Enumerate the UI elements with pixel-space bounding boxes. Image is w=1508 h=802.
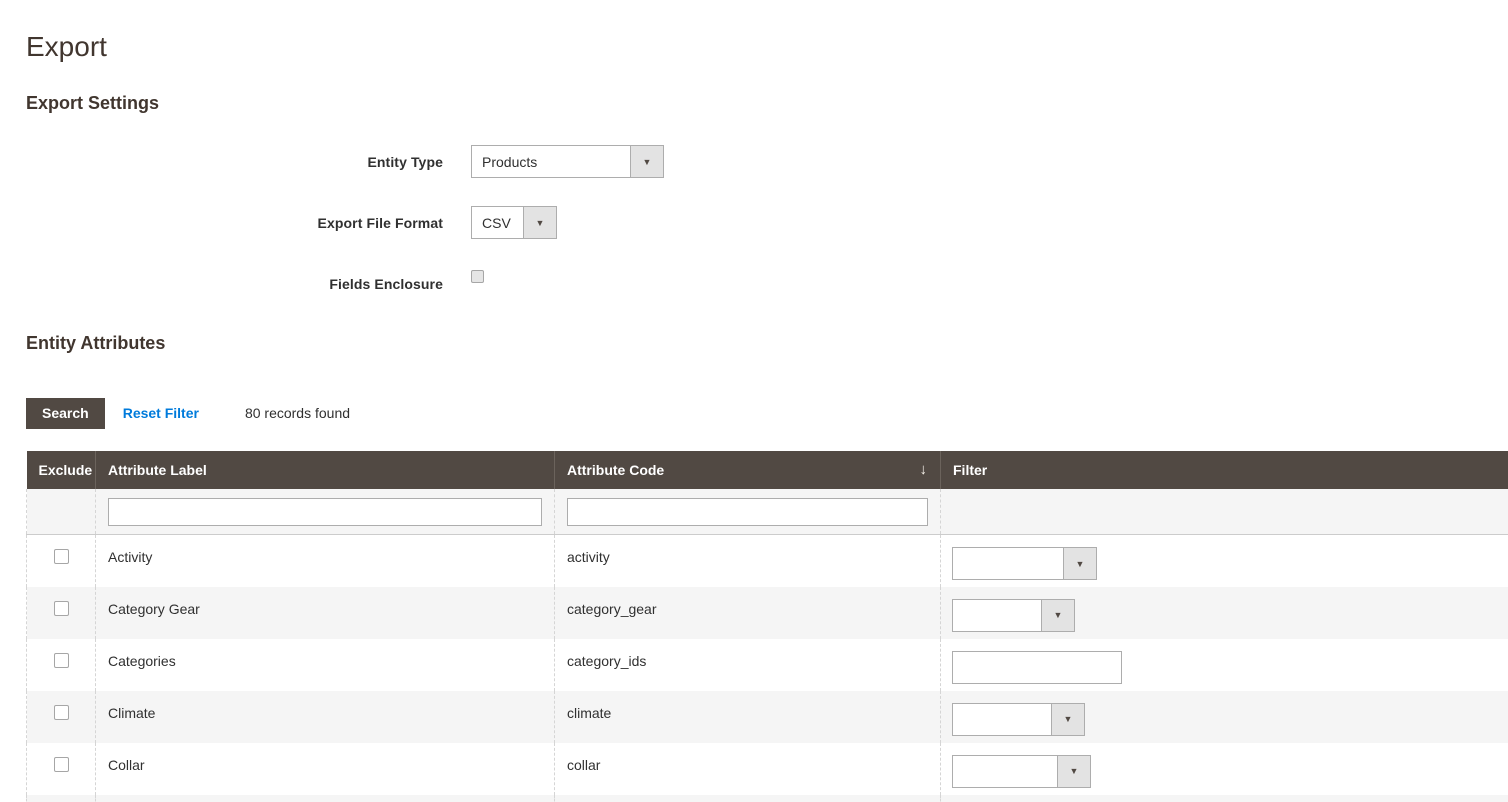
exclude-checkbox[interactable] [53,600,69,616]
attribute-code-cell: activity [554,534,941,587]
chevron-down-icon[interactable]: ▼ [1051,703,1084,735]
row-filter-select-value [953,548,1063,579]
row-filter-select[interactable]: ▼ [952,598,1075,632]
table-row: Category Gear category_gear ▼ [26,586,1508,639]
chevron-down-icon[interactable]: ▼ [1063,548,1096,580]
attribute-code-cell: category_gear [554,586,941,639]
export-page: Export Export Settings Entity Type Produ… [0,30,1508,802]
attributes-table-header: Exclude Attribute Label Attribute Code ↓… [26,450,1508,489]
exclude-checkbox[interactable] [53,549,69,565]
column-header-exclude[interactable]: Exclude [26,450,96,489]
reset-filter-link[interactable]: Reset Filter [123,405,199,421]
grid-filter-row [26,488,1508,536]
exclude-cell [26,534,96,587]
table-row: Climate climate ▼ [26,690,1508,743]
page-title: Export [26,31,107,62]
attribute-label-cell: Collar [95,742,555,795]
column-header-attribute-code-label: Attribute Code [567,461,665,478]
attribute-label-filter-input[interactable] [108,497,542,526]
row-filter-cell: ▼ [940,586,1508,639]
partial-cell [554,794,941,802]
file-format-select[interactable]: CSV ▼ [471,206,557,240]
export-settings-section: Export Settings Entity Type Products ▼ E… [26,93,1508,301]
attribute-label-cell: Categories [95,638,555,691]
filter-cell-filter [940,488,1508,536]
attributes-table-body: Activity activity ▼ Category Gear category_g… [26,488,1508,802]
sort-desc-icon[interactable]: ↓ [920,461,928,478]
table-row: Collar collar ▼ [26,742,1508,795]
entity-type-row: Entity Type Products ▼ [26,145,1508,179]
exclude-checkbox[interactable] [53,652,69,668]
exclude-checkbox[interactable] [53,756,69,772]
attributes-table: Exclude Attribute Label Attribute Code ↓… [26,450,1508,802]
row-filter-select[interactable]: ▼ [952,702,1085,736]
chevron-down-icon[interactable]: ▼ [1041,599,1074,631]
attribute-label-cell: Category Gear [95,586,555,639]
attribute-code-cell: collar [554,742,941,795]
chevron-down-icon[interactable]: ▼ [523,207,556,239]
exclude-cell [26,690,96,743]
row-filter-select-value [953,756,1057,787]
row-filter-select-value [953,704,1051,735]
entity-type-value: Products [482,153,538,170]
row-filter-input[interactable] [952,650,1122,684]
exclude-cell [26,742,96,795]
export-settings-heading: Export Settings [26,92,160,113]
row-filter-cell: ▼ [940,534,1508,587]
records-count: 80 records found [244,405,351,422]
attribute-code-cell: category_ids [554,638,941,691]
filter-cell-attribute-code [554,488,941,536]
file-format-row: Export File Format CSV ▼ [26,206,1508,240]
row-filter-select[interactable]: ▼ [952,754,1091,788]
exclude-checkbox[interactable] [53,704,69,720]
column-header-attribute-code[interactable]: Attribute Code ↓ [554,450,941,489]
table-row: Categories category_ids [26,638,1508,691]
chevron-down-icon[interactable]: ▼ [1057,755,1090,787]
entity-attributes-section: Entity Attributes Search Reset Filter 80… [26,333,1508,802]
file-format-value: CSV [482,214,511,231]
partial-cell [940,794,1508,802]
entity-attributes-heading: Entity Attributes [26,333,166,354]
table-row: Activity activity ▼ [26,534,1508,587]
attribute-code-filter-input[interactable] [567,497,928,526]
exclude-cell [26,638,96,691]
fields-enclosure-row: Fields Enclosure [26,267,1508,300]
row-filter-select[interactable]: ▼ [952,547,1097,581]
attribute-label-cell: Activity [95,534,555,587]
entity-type-select[interactable]: Products ▼ [471,145,664,179]
attribute-code-cell: climate [554,690,941,743]
column-header-filter: Filter [940,450,1508,489]
filter-cell-exclude [26,488,96,536]
grid-toolbar: Search Reset Filter 80 records found [26,397,1508,429]
partial-cell [95,794,555,802]
row-filter-cell: ▼ [940,690,1508,743]
entity-type-label: Entity Type [367,153,443,170]
row-filter-cell [940,638,1508,691]
exclude-cell [26,586,96,639]
chevron-down-icon[interactable]: ▼ [630,146,663,178]
fields-enclosure-checkbox[interactable] [471,270,484,284]
row-filter-cell: ▼ [940,742,1508,795]
fields-enclosure-label: Fields Enclosure [329,275,443,292]
table-row-partial [26,794,1508,802]
search-button[interactable]: Search [26,397,105,429]
partial-cell [26,794,96,802]
file-format-label: Export File Format [317,214,443,231]
attribute-label-cell: Climate [95,690,555,743]
column-header-attribute-label[interactable]: Attribute Label [95,450,555,489]
row-filter-select-value [953,600,1041,631]
filter-cell-attribute-label [95,488,555,536]
